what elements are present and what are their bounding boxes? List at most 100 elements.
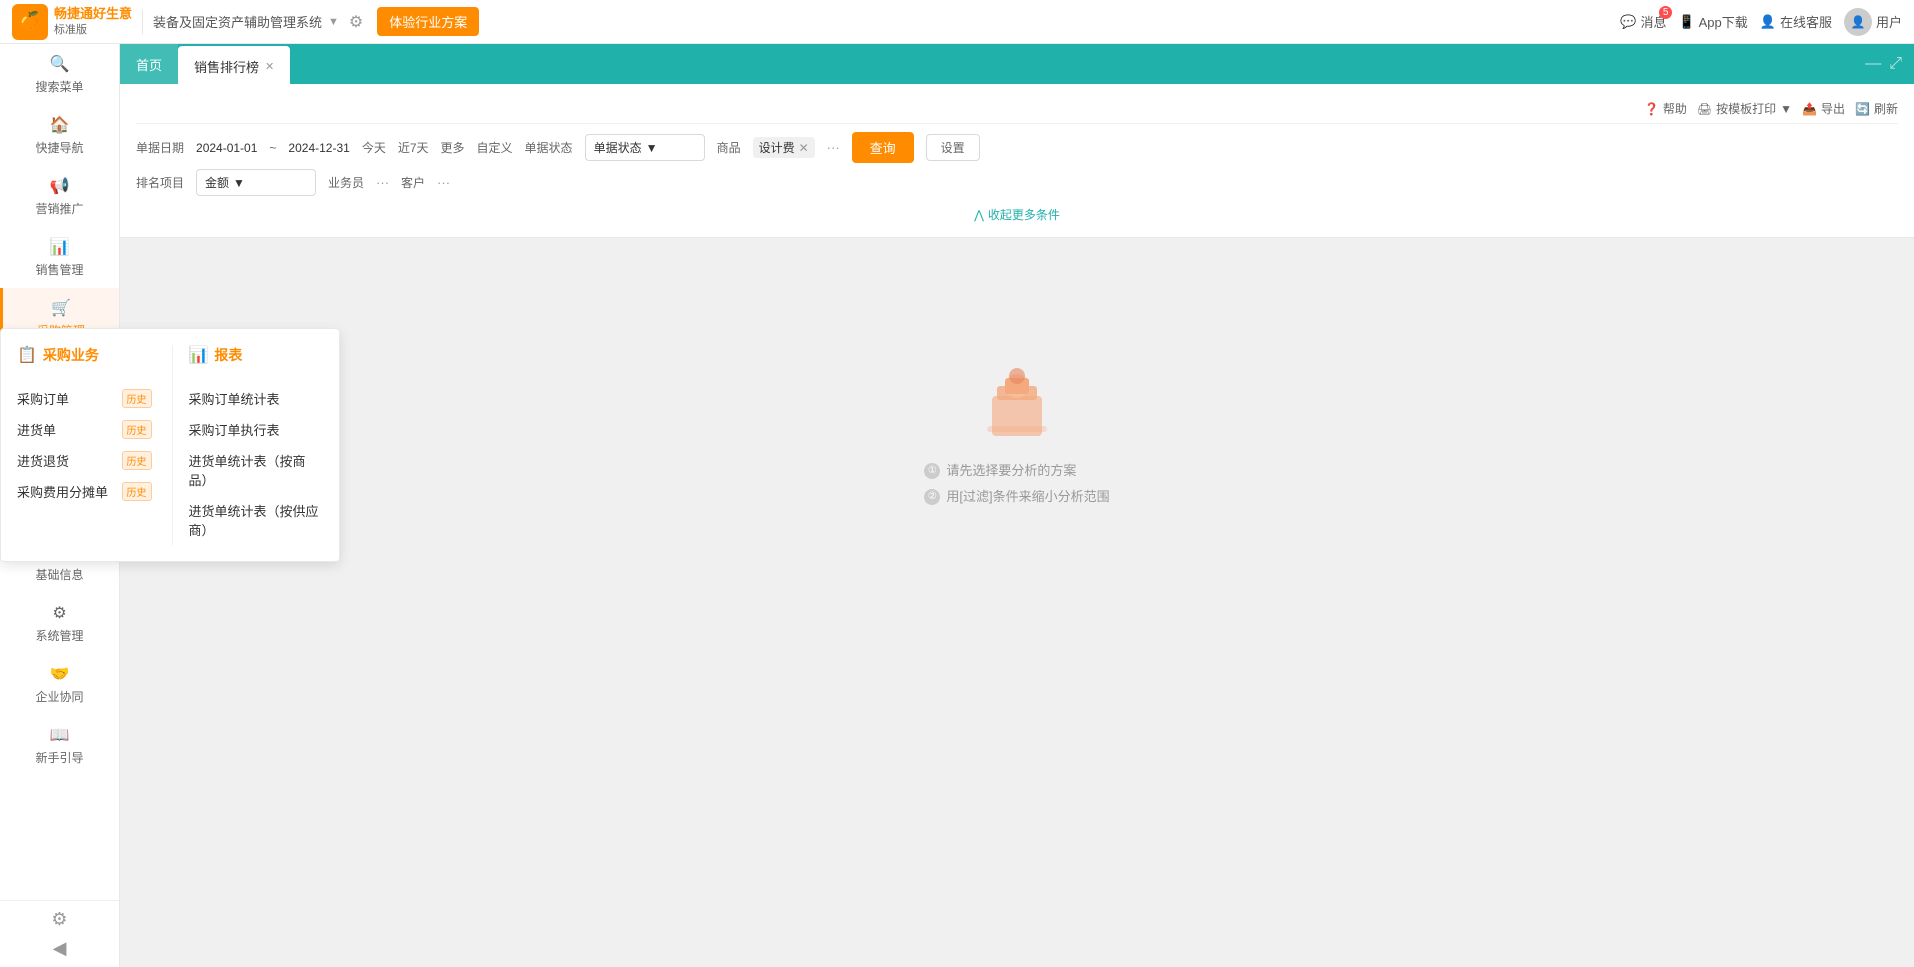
status-label: 单据状态 — [525, 139, 573, 156]
date-value[interactable]: 2024-01-01 — [196, 141, 257, 155]
top-right-area: 💬 消息 5 📱 App下载 👤 在线客服 👤 用户 — [1620, 8, 1902, 36]
help-button[interactable]: ❓ 帮助 — [1644, 100, 1687, 117]
menu-item-purchase-order-stat[interactable]: 采购订单统计表 — [189, 383, 324, 414]
hist-badge-goods-in: 历史 — [122, 420, 152, 439]
enterprise-icon: 🤝 — [50, 664, 70, 684]
sidebar-item-enterprise[interactable]: 🤝 企业协同 — [0, 654, 119, 715]
sidebar-label-sales: 销售管理 — [35, 261, 83, 278]
date-more[interactable]: 更多 — [441, 139, 465, 156]
menu-item-purchase-order-exec[interactable]: 采购订单执行表 — [189, 414, 324, 445]
tab-minimize-icon[interactable]: — — [1865, 55, 1881, 73]
sidebar: 🔍 搜索菜单 🏠 快捷导航 📢 营销推广 📊 销售管理 🛒 采购管理 — [0, 44, 120, 967]
system-name-arrow-icon[interactable]: ▼ — [328, 16, 339, 28]
rank-label: 排名项目 — [136, 174, 184, 191]
phone-icon: 📱 — [1678, 14, 1694, 30]
collapse-label: 收起更多条件 — [988, 206, 1060, 223]
customer-more-icon[interactable]: ··· — [437, 175, 450, 190]
home-icon: 🏠 — [50, 115, 70, 135]
menu-item-purchase-expense[interactable]: 采购费用分摊单 历史 — [17, 476, 152, 507]
export-button[interactable]: 📤 导出 — [1802, 100, 1845, 117]
tab-maximize-icon[interactable]: ⤢ — [1889, 55, 1902, 73]
sidebar-item-marketing[interactable]: 📢 营销推广 — [0, 166, 119, 227]
tab-sales-rank[interactable]: 销售排行榜 ✕ — [178, 46, 290, 86]
menu-item-goods-in-stat-supplier[interactable]: 进货单统计表（按供应商） — [189, 495, 324, 545]
purchase-business-title: 📋 采购业务 — [17, 345, 152, 371]
sidebar-item-newbie[interactable]: 📖 新手引导 — [0, 715, 119, 776]
menu-item-goods-return[interactable]: 进货退货 历史 — [17, 445, 152, 476]
report-icon: 📊 — [189, 345, 209, 365]
print-arrow-icon: ▼ — [1780, 102, 1792, 116]
tab-sales-rank-label: 销售排行榜 — [194, 57, 259, 76]
system-name-text: 装备及固定资产辅助管理系统 — [153, 12, 322, 31]
content-area: 首页 销售排行榜 ✕ — ⤢ ❓ 帮助 — [120, 44, 1914, 967]
menu-item-goods-in-stat-goods[interactable]: 进货单统计表（按商品） — [189, 445, 324, 495]
print-button[interactable]: 🖨 按模板打印 ▼ — [1697, 100, 1792, 117]
collapse-button[interactable]: ⋀ 收起更多条件 — [136, 202, 1898, 227]
user-area[interactable]: 👤 用户 — [1844, 8, 1902, 36]
sidebar-item-search[interactable]: 🔍 搜索菜单 — [0, 44, 119, 105]
goods-more-icon[interactable]: ··· — [827, 140, 840, 155]
sidebar-settings-button[interactable]: ⚙ — [51, 909, 67, 930]
menu-item-purchase-order[interactable]: 采购订单 历史 — [17, 383, 152, 414]
goods-tag[interactable]: 设计费 ✕ — [753, 137, 815, 158]
filter-area: ❓ 帮助 🖨 按模板打印 ▼ 📤 导出 🔄 — [120, 84, 1914, 238]
logo-sub-text: 标准版 — [54, 23, 132, 38]
purchase-business-label: 采购业务 — [43, 345, 99, 365]
rank-select[interactable]: 金额 ▼ — [196, 169, 316, 196]
sales-icon: 📊 — [50, 237, 70, 257]
hist-badge-purchase-order: 历史 — [122, 389, 152, 408]
logo-area: 🍊 畅捷通好生意 标准版 — [12, 4, 132, 40]
search-icon: 🔍 — [50, 54, 70, 74]
status-select[interactable]: 单据状态 ▼ — [585, 134, 705, 161]
menu-item-goods-in[interactable]: 进货单 历史 — [17, 414, 152, 445]
hist-badge-purchase-expense: 历史 — [122, 482, 152, 501]
date-custom[interactable]: 自定义 — [477, 139, 513, 156]
tab-home[interactable]: 首页 — [120, 44, 178, 84]
sidebar-label-newbie: 新手引导 — [35, 749, 83, 766]
sidebar-label-enterprise: 企业协同 — [35, 688, 83, 705]
app-download-button[interactable]: 📱 App下载 — [1678, 12, 1747, 31]
refresh-button[interactable]: 🔄 刷新 — [1855, 100, 1898, 117]
user-name: 用户 — [1876, 12, 1902, 31]
sidebar-collapse-button[interactable]: ◀ — [53, 938, 67, 959]
goods-in-stat-supplier-label: 进货单统计表（按供应商） — [189, 501, 324, 539]
empty-tip-2: ② 用[过滤]条件来缩小分析范围 — [924, 484, 1109, 510]
report-label: 报表 — [214, 345, 242, 365]
print-label: 按模板打印 — [1716, 100, 1776, 117]
sidebar-item-sales[interactable]: 📊 销售管理 — [0, 227, 119, 288]
top-divider — [142, 10, 143, 34]
sidebar-item-quick-nav[interactable]: 🏠 快捷导航 — [0, 105, 119, 166]
date-today[interactable]: 今天 — [362, 139, 386, 156]
empty-illustration — [967, 366, 1067, 446]
purchase-icon: 🛒 — [51, 298, 71, 318]
goods-in-stat-goods-label: 进货单统计表（按商品） — [189, 451, 324, 489]
report-section: 📊 报表 采购订单统计表 采购订单执行表 进货单统计表（按商品） — [172, 345, 324, 545]
gear-icon[interactable]: ⚙ — [349, 12, 363, 32]
help-label: 帮助 — [1663, 100, 1687, 117]
goods-tag-delete-icon[interactable]: ✕ — [799, 141, 809, 155]
app-download-label: App下载 — [1699, 12, 1748, 31]
message-icon: 💬 — [1620, 14, 1636, 30]
tab-close-icon[interactable]: ✕ — [265, 60, 274, 73]
avatar: 👤 — [1844, 8, 1872, 36]
purchase-order-label: 采购订单 — [17, 389, 69, 408]
tip-num-1: ① — [924, 463, 940, 479]
empty-state: ① 请先选择要分析的方案 ② 用[过滤]条件来缩小分析范围 — [120, 238, 1914, 638]
industry-button[interactable]: 体验行业方案 — [377, 7, 479, 36]
sidebar-item-system[interactable]: ⚙ 系统管理 — [0, 593, 119, 654]
top-bar: 🍊 畅捷通好生意 标准版 装备及固定资产辅助管理系统 ▼ ⚙ 体验行业方案 💬 … — [0, 0, 1914, 44]
online-service-button[interactable]: 👤 在线客服 — [1760, 12, 1832, 31]
query-button[interactable]: 查询 — [852, 132, 914, 163]
goods-in-label: 进货单 — [17, 420, 56, 439]
messages-button[interactable]: 💬 消息 5 — [1620, 12, 1666, 31]
newbie-icon: 📖 — [50, 725, 70, 745]
sidebar-label-system: 系统管理 — [35, 627, 83, 644]
main-area: 🔍 搜索菜单 🏠 快捷导航 📢 营销推广 📊 销售管理 🛒 采购管理 — [0, 44, 1914, 967]
export-label: 导出 — [1821, 100, 1845, 117]
salesman-more-icon[interactable]: ··· — [376, 175, 389, 190]
export-icon: 📤 — [1802, 102, 1817, 116]
settings-button[interactable]: 设置 — [926, 134, 980, 161]
collapse-up-icon: ⋀ — [974, 208, 984, 222]
date-to-value[interactable]: 2024-12-31 — [288, 141, 349, 155]
date-7days[interactable]: 近7天 — [398, 139, 429, 156]
